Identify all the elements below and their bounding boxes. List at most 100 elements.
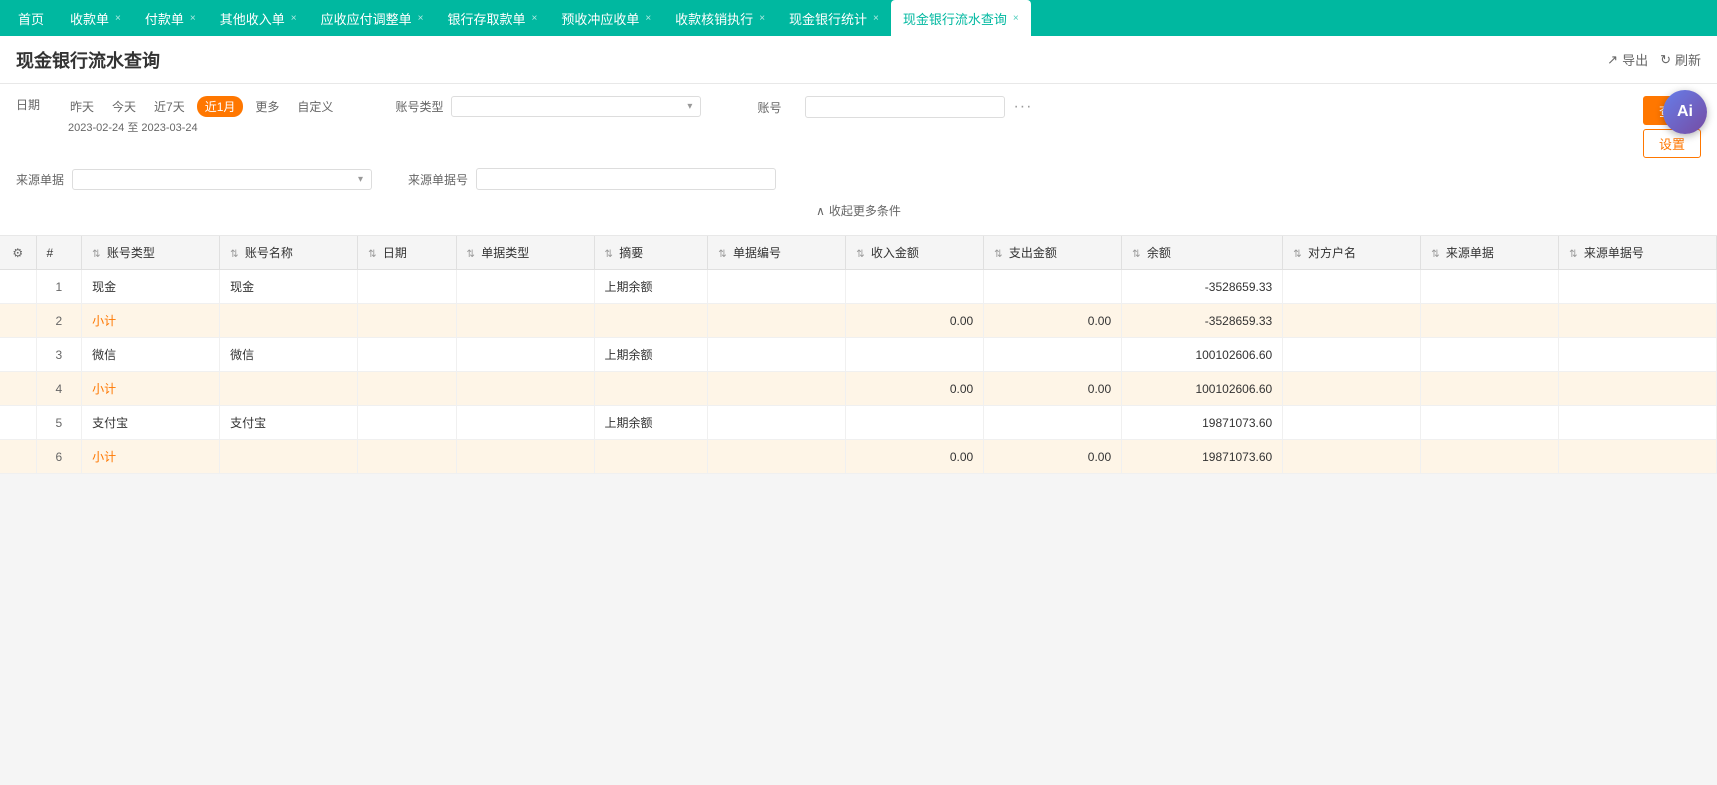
nav-tab-shoukuanhexiaoz[interactable]: 收款核销执行 × <box>663 0 777 36</box>
refresh-button[interactable]: ↻ 刷新 <box>1660 50 1701 69</box>
sort-icon: ⇅ <box>1569 249 1577 260</box>
close-icon[interactable]: × <box>759 13 765 24</box>
sort-icon: ⇅ <box>1132 249 1140 260</box>
nav-tab-yushouzhongyingshoukuan[interactable]: 预收冲应收单 × <box>549 0 663 36</box>
table-col-gear[interactable]: ⚙ <box>0 236 36 270</box>
close-icon[interactable]: × <box>190 13 196 24</box>
sort-icon: ⇅ <box>1431 249 1439 260</box>
settings-button[interactable]: 设置 <box>1643 129 1701 158</box>
table-col-doc-type[interactable]: ⇅ 单据类型 <box>456 236 594 270</box>
table-cell-date <box>358 270 456 304</box>
table-row: 6小计0.000.0019871073.60 <box>0 440 1717 474</box>
table-cell-counterparty <box>1283 372 1421 406</box>
table-col-expense[interactable]: ⇅ 支出金额 <box>984 236 1122 270</box>
nav-tab-yinhangcunqukuandan[interactable]: 银行存取款单 × <box>435 0 549 36</box>
table-col-date[interactable]: ⇅ 日期 <box>358 236 456 270</box>
source-doc-num-input[interactable] <box>476 168 776 190</box>
date-custom[interactable]: 自定义 <box>291 96 339 117</box>
close-icon[interactable]: × <box>291 13 297 24</box>
date-range-display: 2023-02-24 至 2023-03-24 <box>68 119 339 135</box>
collapse-bar[interactable]: ∧ 收起更多条件 <box>16 198 1701 223</box>
nav-tab-fukuandan[interactable]: 付款单 × <box>133 0 208 36</box>
table-cell-num: 3 <box>36 338 82 372</box>
export-button[interactable]: ↗ 导出 <box>1607 50 1648 69</box>
table-cell-balance: 19871073.60 <box>1122 440 1283 474</box>
close-icon[interactable]: × <box>873 13 879 24</box>
chevron-down-icon: ▾ <box>358 174 363 185</box>
gear-icon[interactable]: ⚙ <box>12 246 23 260</box>
table-cell-doc_type <box>456 440 594 474</box>
account-input[interactable] <box>805 96 1005 118</box>
table-cell-gear <box>0 304 36 338</box>
table-cell-date <box>358 440 456 474</box>
table-cell-doc_no <box>708 406 846 440</box>
date-7days[interactable]: 近7天 <box>148 96 191 117</box>
account-more-button[interactable]: ··· <box>1013 98 1032 116</box>
table-cell-summary: 上期余额 <box>594 270 708 304</box>
nav-tab-shoukuandan[interactable]: 收款单 × <box>58 0 133 36</box>
top-navigation: 首页 收款单 × 付款单 × 其他收入单 × 应收应付调整单 × 银行存取款单 … <box>0 0 1717 36</box>
table-cell-summary <box>594 304 708 338</box>
table-cell-num: 2 <box>36 304 82 338</box>
table-cell-income <box>846 406 984 440</box>
table-cell-income <box>846 270 984 304</box>
sort-icon: ⇅ <box>1293 249 1301 260</box>
table-col-balance[interactable]: ⇅ 余额 <box>1122 236 1283 270</box>
table-col-source-doc[interactable]: ⇅ 来源单据 <box>1421 236 1559 270</box>
date-yesterday[interactable]: 昨天 <box>64 96 100 117</box>
table-cell-income <box>846 338 984 372</box>
table-cell-summary: 上期余额 <box>594 338 708 372</box>
table-cell-source_doc <box>1421 270 1559 304</box>
table-col-account-type[interactable]: ⇅ 账号类型 <box>82 236 220 270</box>
table-cell-gear <box>0 338 36 372</box>
header-actions: ↗ 导出 ↻ 刷新 <box>1607 50 1701 69</box>
table-col-income[interactable]: ⇅ 收入金额 <box>846 236 984 270</box>
close-icon[interactable]: × <box>645 13 651 24</box>
table-cell-expense <box>984 406 1122 440</box>
table-col-doc-no[interactable]: ⇅ 单据编号 <box>708 236 846 270</box>
refresh-icon: ↻ <box>1660 52 1671 68</box>
collapse-icon: ∧ <box>816 204 825 218</box>
table-cell-source_doc_no <box>1559 406 1717 440</box>
nav-tab-yingshouyingfutiaozhendan[interactable]: 应收应付调整单 × <box>309 0 436 36</box>
table-cell-counterparty <box>1283 304 1421 338</box>
table-col-counterparty[interactable]: ⇅ 对方户名 <box>1283 236 1421 270</box>
table-col-account-name[interactable]: ⇅ 账号名称 <box>220 236 358 270</box>
close-icon[interactable]: × <box>531 13 537 24</box>
table-cell-account_name: 现金 <box>220 270 358 304</box>
table-cell-summary: 上期余额 <box>594 406 708 440</box>
table-row: 5支付宝支付宝上期余额19871073.60 <box>0 406 1717 440</box>
table-col-source-doc-no[interactable]: ⇅ 来源单据号 <box>1559 236 1717 270</box>
table-cell-counterparty <box>1283 440 1421 474</box>
nav-tab-xianjinyinhangliushuichaxun[interactable]: 现金银行流水查询 × <box>891 0 1031 36</box>
table-cell-account_name <box>220 440 358 474</box>
date-today[interactable]: 今天 <box>106 96 142 117</box>
account-label: 账号 <box>757 99 797 116</box>
nav-home[interactable]: 首页 <box>4 0 58 36</box>
ai-assistant-button[interactable]: Ai <box>1663 90 1707 134</box>
nav-tab-xianjinyinhangtongjit[interactable]: 现金银行统计 × <box>777 0 891 36</box>
close-icon[interactable]: × <box>115 13 121 24</box>
nav-tab-qitashouruden[interactable]: 其他收入单 × <box>208 0 309 36</box>
date-more[interactable]: 更多 <box>249 96 285 117</box>
table-cell-account_name <box>220 372 358 406</box>
chevron-down-icon: ▾ <box>687 101 692 112</box>
table-cell-doc_no <box>708 304 846 338</box>
table-cell-doc_type <box>456 406 594 440</box>
close-icon[interactable]: × <box>1013 13 1019 24</box>
table-cell-source_doc_no <box>1559 270 1717 304</box>
table-col-summary[interactable]: ⇅ 摘要 <box>594 236 708 270</box>
date-1month[interactable]: 近1月 <box>197 96 244 117</box>
table-cell-account_name <box>220 304 358 338</box>
account-type-select[interactable]: ▾ <box>451 96 701 117</box>
table-cell-counterparty <box>1283 270 1421 304</box>
sort-icon: ⇅ <box>368 249 376 260</box>
source-doc-select[interactable]: ▾ <box>72 169 372 190</box>
close-icon[interactable]: × <box>418 13 424 24</box>
table-body: 1现金现金上期余额-3528659.332小计0.000.00-3528659.… <box>0 270 1717 474</box>
table-cell-source_doc <box>1421 440 1559 474</box>
table-cell-num: 5 <box>36 406 82 440</box>
table-cell-doc_type <box>456 304 594 338</box>
table-cell-balance: 100102606.60 <box>1122 338 1283 372</box>
sort-icon: ⇅ <box>230 249 238 260</box>
